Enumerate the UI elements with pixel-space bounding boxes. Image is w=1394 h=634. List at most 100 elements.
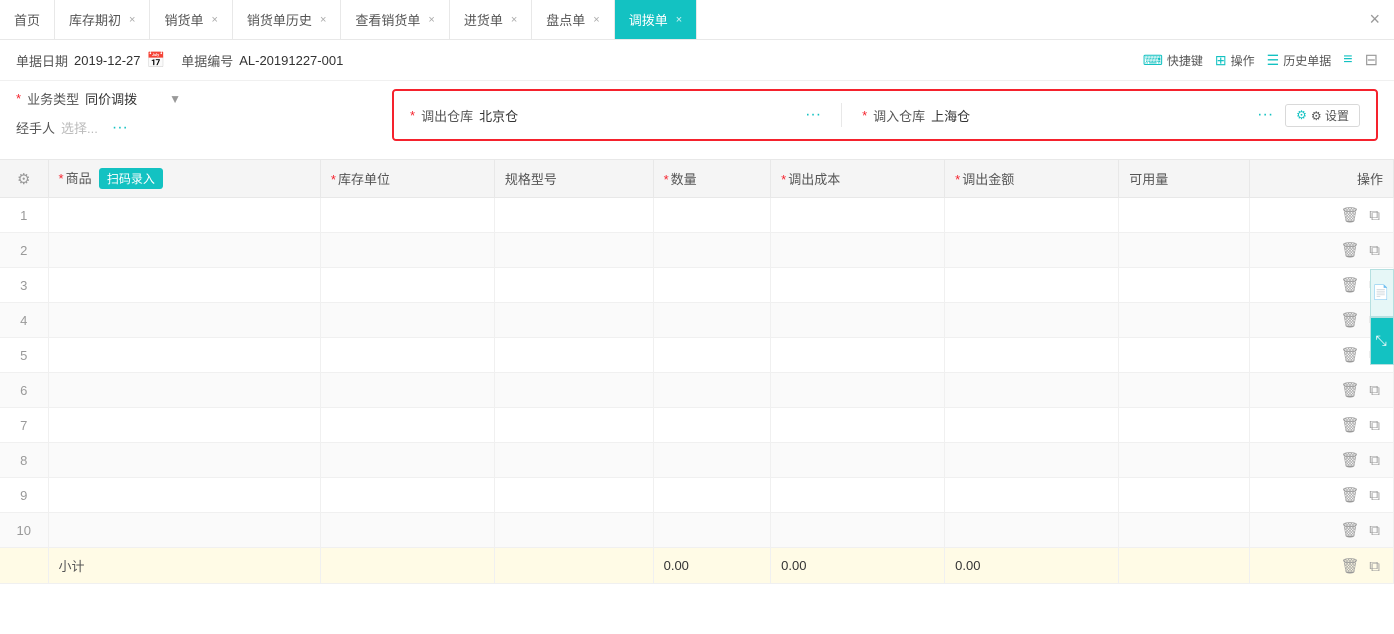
row-qty-3[interactable] <box>653 268 771 303</box>
row-copy-icon-10[interactable]: ⧉ <box>1369 522 1380 539</box>
row-spec-3[interactable] <box>494 268 653 303</box>
row-spec-8[interactable] <box>494 443 653 478</box>
row-product-3[interactable] <box>48 268 320 303</box>
row-cost-7[interactable] <box>771 408 945 443</box>
transfer-in-value[interactable]: 上海仓 <box>931 106 970 125</box>
row-amount-8[interactable] <box>945 443 1119 478</box>
row-unit-5[interactable] <box>320 338 494 373</box>
tab-close-sales-history[interactable]: × <box>320 14 326 26</box>
row-copy-icon-6[interactable]: ⧉ <box>1369 382 1380 399</box>
row-cost-2[interactable] <box>771 233 945 268</box>
row-trash-icon-9[interactable]: 🗑 <box>1341 487 1360 504</box>
history-button[interactable]: ☰ 历史单据 <box>1267 52 1332 69</box>
row-trash-icon-7[interactable]: 🗑 <box>1341 417 1360 434</box>
row-qty-1[interactable] <box>653 198 771 233</box>
tab-close-transfer[interactable]: × <box>676 14 682 26</box>
row-trash-icon-4[interactable]: 🗑 <box>1341 312 1360 329</box>
side-doc-button[interactable]: 📄 <box>1370 269 1394 317</box>
row-qty-4[interactable] <box>653 303 771 338</box>
biz-type-select[interactable]: 同价调拨 ▼ <box>85 89 181 108</box>
tab-close-stocktake[interactable]: × <box>593 14 599 26</box>
row-copy-icon[interactable]: ⧉ <box>1369 558 1380 575</box>
handler-more-button[interactable]: ··· <box>112 119 128 137</box>
row-available-3[interactable] <box>1119 268 1249 303</box>
row-unit-2[interactable] <box>320 233 494 268</box>
calendar-icon[interactable]: 📅 <box>147 51 166 69</box>
row-product-4[interactable] <box>48 303 320 338</box>
row-qty-9[interactable] <box>653 478 771 513</box>
row-qty-10[interactable] <box>653 513 771 548</box>
row-cost-9[interactable] <box>771 478 945 513</box>
row-unit-7[interactable] <box>320 408 494 443</box>
row-amount-5[interactable] <box>945 338 1119 373</box>
close-all-tabs-button[interactable]: × <box>1355 9 1394 30</box>
row-qty-5[interactable] <box>653 338 771 373</box>
row-amount-6[interactable] <box>945 373 1119 408</box>
row-amount-4[interactable] <box>945 303 1119 338</box>
row-unit-9[interactable] <box>320 478 494 513</box>
row-amount-9[interactable] <box>945 478 1119 513</box>
row-spec-4[interactable] <box>494 303 653 338</box>
tab-view-sales[interactable]: 查看销货单 × <box>341 0 449 39</box>
row-trash-icon-8[interactable]: 🗑 <box>1341 452 1360 469</box>
transfer-in-more-button[interactable]: ··· <box>1257 106 1273 124</box>
tab-close-inventory-init[interactable]: × <box>129 14 135 26</box>
row-trash-icon-1[interactable]: 🗑 <box>1341 207 1360 224</box>
row-cost-5[interactable] <box>771 338 945 373</box>
handler-input[interactable]: 选择... <box>61 118 98 137</box>
tab-transfer[interactable]: 调拨单 × <box>615 0 697 39</box>
row-product-6[interactable] <box>48 373 320 408</box>
tab-close-view-sales[interactable]: × <box>428 14 434 26</box>
row-available-7[interactable] <box>1119 408 1249 443</box>
row-cost-4[interactable] <box>771 303 945 338</box>
row-cost-3[interactable] <box>771 268 945 303</box>
row-spec-9[interactable] <box>494 478 653 513</box>
tab-close-purchase[interactable]: × <box>511 14 517 26</box>
row-trash-icon-6[interactable]: 🗑 <box>1341 382 1360 399</box>
row-unit-4[interactable] <box>320 303 494 338</box>
row-available-6[interactable] <box>1119 373 1249 408</box>
row-product-2[interactable] <box>48 233 320 268</box>
row-spec-10[interactable] <box>494 513 653 548</box>
row-qty-6[interactable] <box>653 373 771 408</box>
row-copy-icon-7[interactable]: ⧉ <box>1369 417 1380 434</box>
row-spec-7[interactable] <box>494 408 653 443</box>
row-available-9[interactable] <box>1119 478 1249 513</box>
row-product-5[interactable] <box>48 338 320 373</box>
row-unit-3[interactable] <box>320 268 494 303</box>
shortcuts-button[interactable]: ⌨ 快捷键 <box>1143 52 1203 69</box>
row-unit-8[interactable] <box>320 443 494 478</box>
row-copy-icon-1[interactable]: ⧉ <box>1369 207 1380 224</box>
row-product-8[interactable] <box>48 443 320 478</box>
row-available-2[interactable] <box>1119 233 1249 268</box>
row-product-9[interactable] <box>48 478 320 513</box>
row-available-5[interactable] <box>1119 338 1249 373</box>
row-spec-1[interactable] <box>494 198 653 233</box>
row-copy-icon-9[interactable]: ⧉ <box>1369 487 1380 504</box>
layout-grid-button[interactable]: ⊟ <box>1365 50 1378 70</box>
row-qty-7[interactable] <box>653 408 771 443</box>
row-cost-6[interactable] <box>771 373 945 408</box>
set-button[interactable]: ⚙ ⚙ 设置 <box>1285 104 1360 127</box>
row-spec-2[interactable] <box>494 233 653 268</box>
row-available-10[interactable] <box>1119 513 1249 548</box>
row-copy-icon-2[interactable]: ⧉ <box>1369 242 1380 259</box>
row-unit-10[interactable] <box>320 513 494 548</box>
row-spec-6[interactable] <box>494 373 653 408</box>
row-trash-icon-3[interactable]: 🗑 <box>1341 277 1360 294</box>
row-spec-5[interactable] <box>494 338 653 373</box>
row-available-8[interactable] <box>1119 443 1249 478</box>
row-cost-10[interactable] <box>771 513 945 548</box>
row-amount-3[interactable] <box>945 268 1119 303</box>
row-qty-8[interactable] <box>653 443 771 478</box>
row-unit-6[interactable] <box>320 373 494 408</box>
transfer-out-value[interactable]: 北京仓 <box>479 106 518 125</box>
row-cost-1[interactable] <box>771 198 945 233</box>
row-product-7[interactable] <box>48 408 320 443</box>
col-settings[interactable]: ⚙ <box>0 160 48 198</box>
tab-close-sales-order[interactable]: × <box>211 14 217 26</box>
row-amount-7[interactable] <box>945 408 1119 443</box>
row-available-1[interactable] <box>1119 198 1249 233</box>
row-product-1[interactable] <box>48 198 320 233</box>
row-amount-10[interactable] <box>945 513 1119 548</box>
